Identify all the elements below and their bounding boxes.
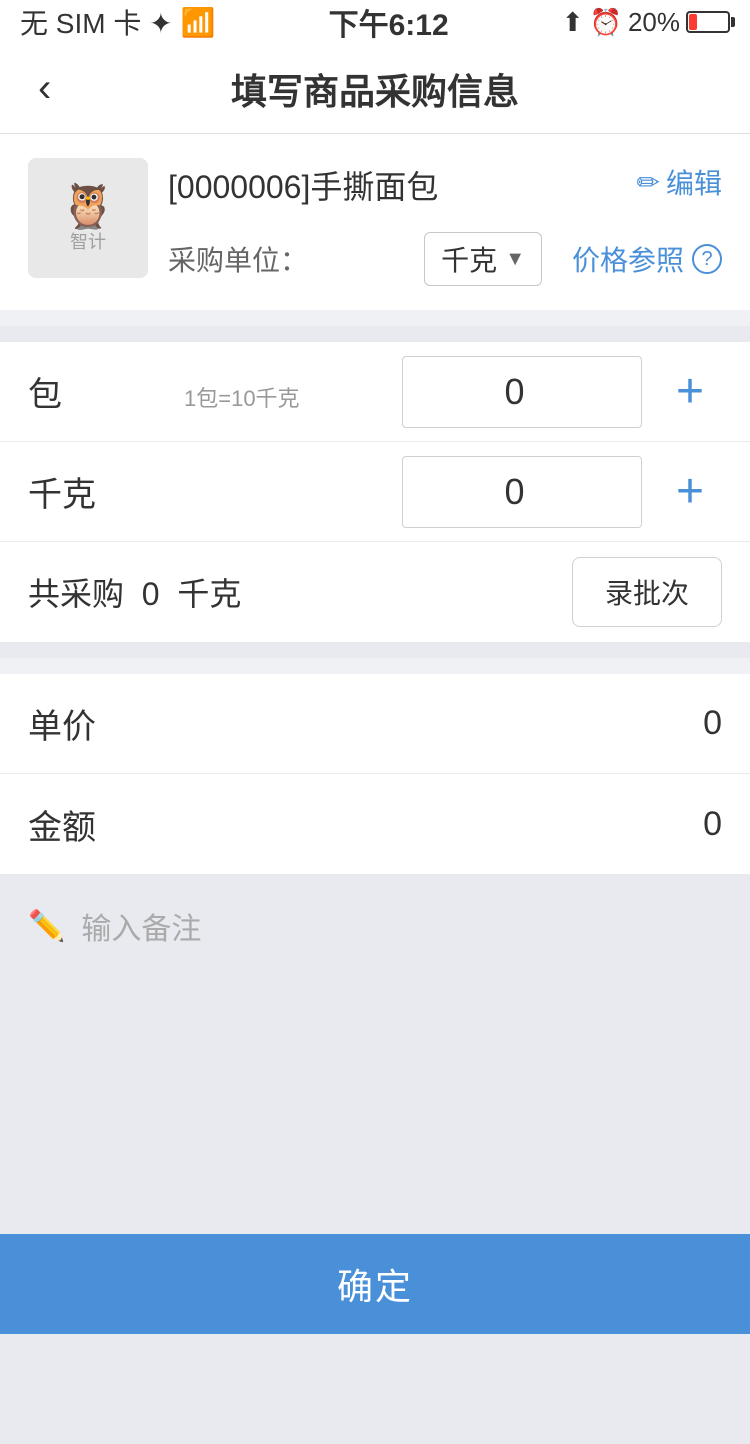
divider-band-2 xyxy=(0,642,750,658)
unit-select[interactable]: 千克 ▼ xyxy=(424,232,542,286)
amount-label: 金额 xyxy=(28,800,96,849)
product-image: 🦉 智计 xyxy=(28,158,148,278)
total-label: 共采购 0 千克 xyxy=(28,569,241,615)
product-section: 🦉 智计 [0000006]手撕面包 ✏ 编辑 采购单位： 千克 ▼ 价格参照 … xyxy=(0,134,750,310)
product-header: [0000006]手撕面包 ✏ 编辑 xyxy=(168,162,722,208)
total-row: 共采购 0 千克 录批次 xyxy=(0,542,750,642)
total-unit: 千克 xyxy=(177,576,241,612)
notes-inner: ✏️ 输入备注 xyxy=(28,904,722,948)
product-name: [0000006]手撕面包 xyxy=(168,162,438,208)
total-value: 0 xyxy=(142,576,160,612)
product-image-label: 智计 xyxy=(70,233,106,251)
amount-row: 金额 0 xyxy=(0,774,750,874)
status-left: 无 SIM 卡 ✦ 📶 xyxy=(20,2,215,42)
nav-bar: ‹ 填写商品采购信息 xyxy=(0,44,750,134)
unit-value: 千克 xyxy=(441,239,497,279)
wifi-icon: 📶 xyxy=(181,6,216,39)
alarm-icon: ⏰ xyxy=(590,7,622,38)
status-bar: 无 SIM 卡 ✦ 📶 下午6:12 ⬆ ⏰ 20% xyxy=(0,0,750,44)
kg-plus-button[interactable]: + xyxy=(658,456,722,528)
back-button[interactable]: ‹ xyxy=(28,56,61,121)
price-ref-button[interactable]: 价格参照 ? xyxy=(572,239,722,279)
bag-quantity-input[interactable] xyxy=(402,356,642,428)
bag-sub-label: 1包=10千克 xyxy=(184,381,300,413)
status-right: ⬆ ⏰ 20% xyxy=(562,7,730,38)
total-prefix: 共采购 xyxy=(28,576,124,612)
bag-label: 包 xyxy=(28,367,168,416)
price-label: 单价 xyxy=(28,699,96,748)
chevron-down-icon: ▼ xyxy=(505,248,525,271)
kg-label: 千克 xyxy=(28,467,168,516)
notes-placeholder: 输入备注 xyxy=(81,904,201,948)
edit-icon: ✏ xyxy=(637,166,660,199)
notes-section[interactable]: ✏️ 输入备注 xyxy=(0,874,750,1074)
confirm-button[interactable]: 确定 xyxy=(0,1234,750,1334)
location-icon: ⬆ xyxy=(562,7,584,38)
battery-percent: 20% xyxy=(628,7,680,38)
kg-input-right: + xyxy=(168,456,722,528)
bag-plus-button[interactable]: + xyxy=(658,356,722,428)
pencil-icon: ✏️ xyxy=(28,909,65,944)
info-section: 单价 0 金额 0 xyxy=(0,674,750,874)
record-batch-button[interactable]: 录批次 xyxy=(572,557,722,627)
bag-input-right: + xyxy=(300,356,722,428)
status-time: 下午6:12 xyxy=(329,0,449,44)
product-info: [0000006]手撕面包 ✏ 编辑 采购单位： 千克 ▼ 价格参照 ? xyxy=(168,158,722,286)
purchase-unit-row: 采购单位： 千克 ▼ 价格参照 ? xyxy=(168,232,722,286)
price-value: 0 xyxy=(703,704,722,743)
kg-input-row: 千克 + xyxy=(0,442,750,542)
bag-input-row: 包 1包=10千克 + xyxy=(0,342,750,442)
edit-button[interactable]: ✏ 编辑 xyxy=(637,162,722,202)
divider-band-1 xyxy=(0,326,750,342)
price-row: 单价 0 xyxy=(0,674,750,774)
unit-label: 采购单位： xyxy=(168,239,308,279)
page-title: 填写商品采购信息 xyxy=(231,63,519,115)
info-icon: ? xyxy=(692,244,722,274)
edit-label: 编辑 xyxy=(666,162,722,202)
kg-quantity-input[interactable] xyxy=(402,456,642,528)
product-thumbnail: 🦉 智计 xyxy=(61,185,116,251)
input-section: 包 1包=10千克 + 千克 + xyxy=(0,342,750,542)
price-ref-label: 价格参照 xyxy=(572,239,684,279)
sim-status: 无 SIM 卡 ✦ xyxy=(20,2,173,42)
amount-value: 0 xyxy=(703,805,722,844)
battery-icon xyxy=(686,11,730,33)
